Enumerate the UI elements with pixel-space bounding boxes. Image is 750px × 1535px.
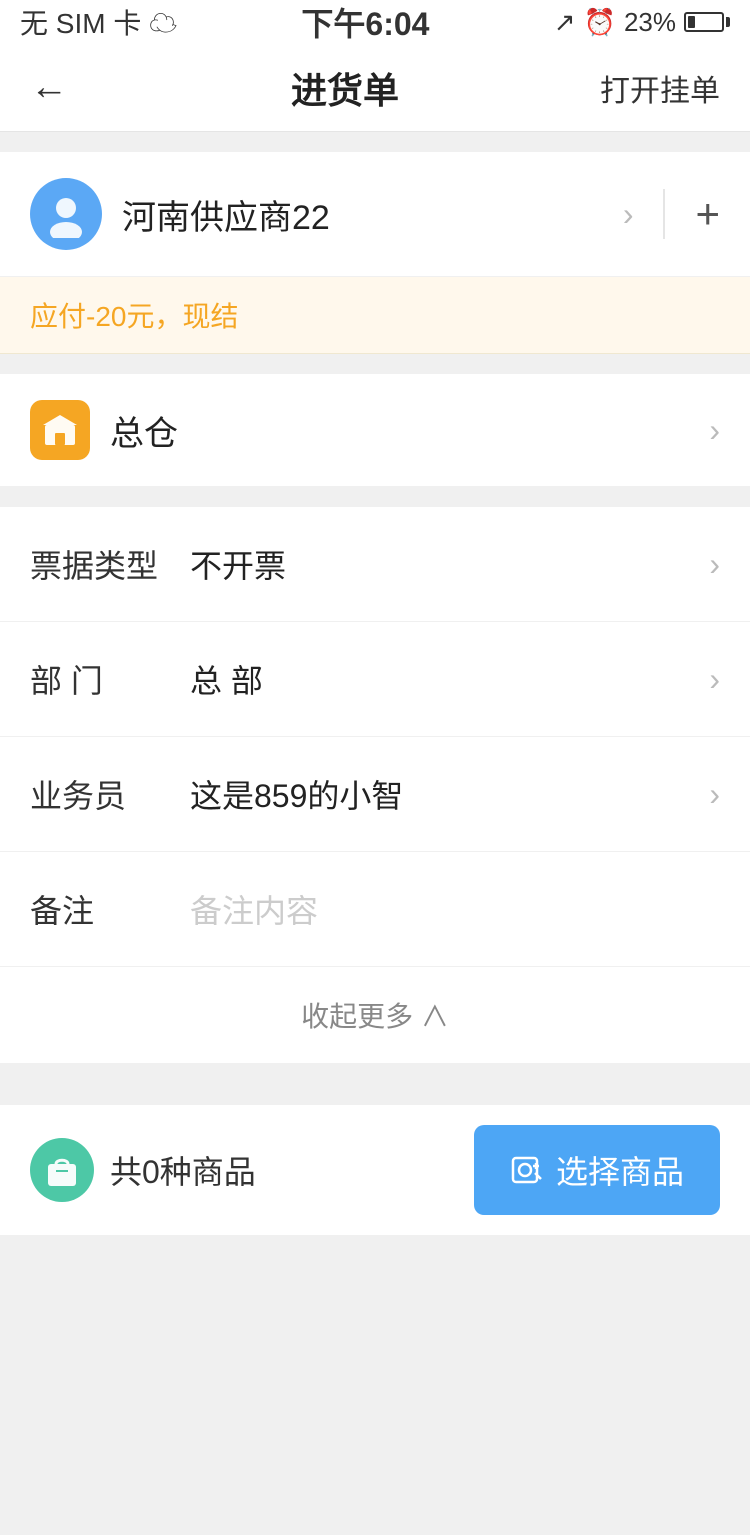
notice-bar: 应付-20元，现结 (0, 277, 750, 354)
supplier-avatar (30, 178, 102, 250)
warehouse-svg-icon (41, 411, 79, 449)
supplier-divider (663, 189, 665, 239)
notice-text: 应付-20元，现结 (30, 301, 238, 332)
product-count-label: 共0种商品 (110, 1147, 256, 1193)
bottom-bar: 共0种商品 选择商品 (0, 1104, 750, 1235)
remark-input[interactable]: 备注内容 (190, 886, 720, 932)
department-label: 部 门 (30, 656, 190, 702)
battery-percent: 23% (624, 7, 676, 38)
alarm-icon: ⏰ (584, 7, 616, 38)
invoice-type-row[interactable]: 票据类型 不开票 › (0, 507, 750, 622)
warehouse-icon (30, 400, 90, 460)
remark-label: 备注 (30, 886, 190, 932)
sim-status: 无 SIM 卡 ☁ (20, 2, 177, 42)
select-product-label: 选择商品 (556, 1147, 684, 1193)
status-right: ↗ ⏰ 23% (554, 7, 730, 38)
salesperson-arrow-icon: › (709, 776, 720, 813)
add-supplier-button[interactable]: + (695, 190, 720, 238)
rest-area (0, 1235, 750, 1535)
department-row[interactable]: 部 门 总 部 › (0, 622, 750, 737)
form-section: 票据类型 不开票 › 部 门 总 部 › 业务员 这是859的小智 › 备注 备… (0, 507, 750, 1064)
status-left: 无 SIM 卡 ☁ (20, 2, 177, 42)
shopping-bag-icon (42, 1150, 82, 1190)
page-title: 进货单 (291, 62, 399, 114)
department-arrow-icon: › (709, 661, 720, 698)
collapse-label: 收起更多 ∧ (301, 995, 449, 1035)
supplier-name: 河南供应商22 (122, 190, 623, 239)
open-pending-button[interactable]: 打开挂单 (600, 66, 720, 110)
status-bar: 无 SIM 卡 ☁ 下午6:04 ↗ ⏰ 23% (0, 0, 750, 44)
user-avatar-icon (42, 190, 90, 238)
separator-2 (0, 354, 750, 374)
product-count-icon (30, 1138, 94, 1202)
separator-1 (0, 132, 750, 152)
invoice-type-value: 不开票 (190, 541, 699, 587)
separator-3 (0, 487, 750, 507)
invoice-type-label: 票据类型 (30, 541, 190, 587)
select-product-icon (510, 1153, 544, 1187)
location-icon: ↗ (554, 7, 576, 38)
warehouse-name: 总仓 (110, 406, 709, 455)
department-value: 总 部 (190, 656, 699, 702)
separator-4 (0, 1064, 750, 1084)
warehouse-arrow-icon: › (709, 412, 720, 449)
product-count-group: 共0种商品 (30, 1138, 256, 1202)
select-product-button[interactable]: 选择商品 (474, 1125, 720, 1215)
salesperson-value: 这是859的小智 (190, 771, 699, 817)
supplier-row[interactable]: 河南供应商22 › + (0, 152, 750, 277)
battery-icon (684, 12, 730, 32)
supplier-card: 河南供应商22 › + 应付-20元，现结 (0, 152, 750, 354)
salesperson-label: 业务员 (30, 771, 190, 817)
back-button[interactable]: ← (30, 66, 90, 109)
remark-row[interactable]: 备注 备注内容 (0, 852, 750, 967)
warehouse-row[interactable]: 总仓 › (0, 374, 750, 487)
status-time: 下午6:04 (301, 0, 429, 45)
nav-bar: ← 进货单 打开挂单 (0, 44, 750, 132)
collapse-button[interactable]: 收起更多 ∧ (0, 967, 750, 1064)
salesperson-row[interactable]: 业务员 这是859的小智 › (0, 737, 750, 852)
invoice-arrow-icon: › (709, 546, 720, 583)
supplier-arrow-icon: › (623, 196, 634, 233)
